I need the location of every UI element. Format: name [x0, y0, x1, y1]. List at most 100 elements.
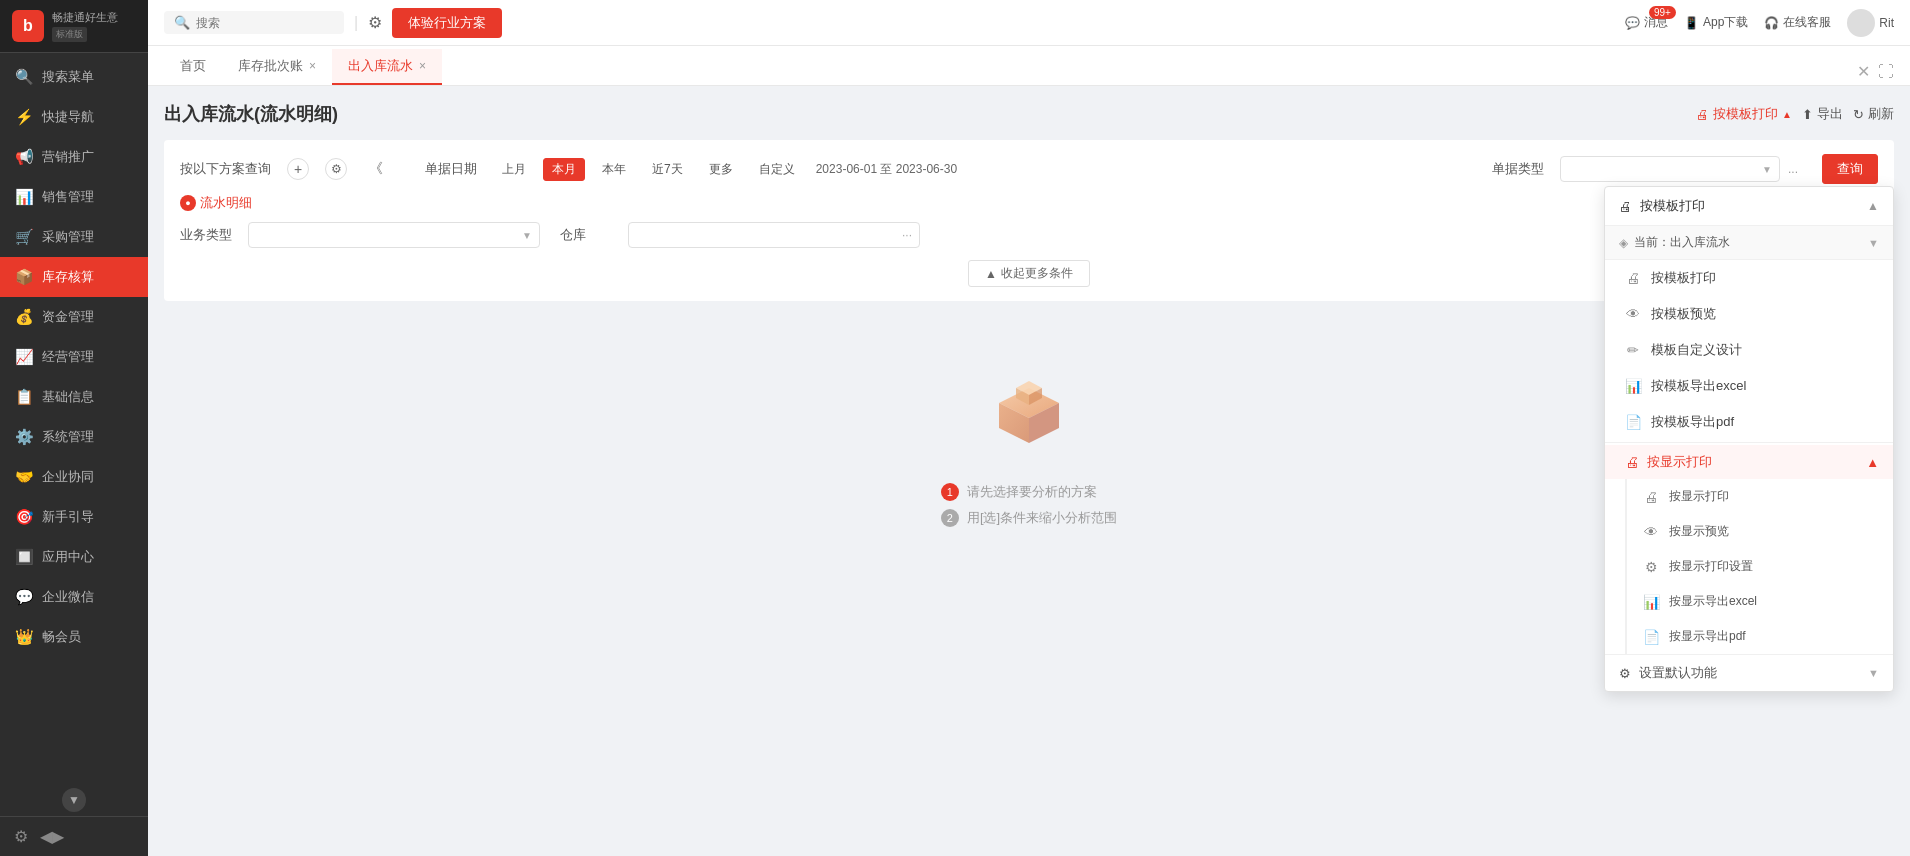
preview-icon: 👁: [1625, 306, 1641, 322]
warehouse-label: 仓库: [560, 226, 620, 244]
dropdown-item-display-export-excel[interactable]: 📊 按显示导出excel: [1627, 584, 1893, 619]
date-btn-last7[interactable]: 近7天: [643, 158, 692, 181]
online-service-label: 在线客服: [1783, 14, 1831, 31]
doc-type-more-button[interactable]: ...: [1788, 162, 1798, 176]
pdf-icon: 📄: [1625, 414, 1641, 430]
headset-icon: 🎧: [1764, 16, 1779, 30]
export-button[interactable]: ⬆ 导出: [1802, 105, 1843, 123]
online-service-btn[interactable]: 🎧 在线客服: [1764, 14, 1831, 31]
dropdown-footer[interactable]: ⚙ 设置默认功能 ▼: [1605, 654, 1893, 691]
current-indicator-icon: ◈: [1619, 236, 1628, 250]
search-input[interactable]: [196, 16, 316, 30]
sidebar-scroll-down[interactable]: ▼: [62, 788, 86, 812]
dropdown-item-label: 按显示导出pdf: [1669, 628, 1746, 645]
sidebar-item-inventory[interactable]: 📦 库存核算: [0, 257, 148, 297]
display-settings-icon: ⚙: [1643, 559, 1659, 575]
tab-home-label: 首页: [180, 57, 206, 75]
dropdown-item-label: 按显示打印设置: [1669, 558, 1753, 575]
tab-maximize-icon[interactable]: ⛶: [1878, 63, 1894, 81]
search-icon: 🔍: [174, 15, 190, 30]
sidebar-item-label: 新手引导: [42, 508, 94, 526]
biz-type-label: 业务类型: [180, 226, 240, 244]
dropdown-item-template-export-excel[interactable]: 📊 按模板导出excel: [1605, 368, 1893, 404]
sidebar-item-operations[interactable]: 📈 经营管理: [0, 337, 148, 377]
date-btn-prev-month[interactable]: 上月: [493, 158, 535, 181]
filter-add-button[interactable]: +: [287, 158, 309, 180]
dropdown-display-section-header[interactable]: 🖨 按显示打印 ▲: [1605, 445, 1893, 479]
basic-icon: 📋: [14, 387, 34, 407]
sidebar-item-wechat[interactable]: 💬 企业微信: [0, 577, 148, 617]
user-avatar[interactable]: Rit: [1847, 9, 1894, 37]
dropdown-item-template-print[interactable]: 🖨 按模板打印: [1605, 260, 1893, 296]
warehouse-input[interactable]: [628, 222, 920, 248]
topbar-divider: |: [354, 14, 358, 32]
sidebar-item-sales[interactable]: 📊 销售管理: [0, 177, 148, 217]
print-icon: 🖨: [1625, 270, 1641, 286]
purchase-icon: 🛒: [14, 227, 34, 247]
tab-batch-close[interactable]: ×: [309, 59, 316, 73]
sidebar: b 畅捷通好生意 标准版 🔍 搜索菜单 ⚡ 快捷导航 📢 营销推广 📊 销售管理…: [0, 0, 148, 856]
date-btn-more[interactable]: 更多: [700, 158, 742, 181]
gear-icon[interactable]: ⚙: [368, 13, 382, 32]
sidebar-item-finance[interactable]: 💰 资金管理: [0, 297, 148, 337]
date-btn-current-year[interactable]: 本年: [593, 158, 635, 181]
quicknav-icon: ⚡: [14, 107, 34, 127]
sidebar-item-label: 库存核算: [42, 268, 94, 286]
dropdown-footer-label: 设置默认功能: [1639, 664, 1717, 682]
dropdown-item-template-design[interactable]: ✏ 模板自定义设计: [1605, 332, 1893, 368]
filter-settings-button[interactable]: ⚙: [325, 158, 347, 180]
sidebar-item-basic[interactable]: 📋 基础信息: [0, 377, 148, 417]
date-btn-custom[interactable]: 自定义: [750, 158, 804, 181]
sidebar-item-vip[interactable]: 👑 畅会员: [0, 617, 148, 657]
sidebar-item-guide[interactable]: 🎯 新手引导: [0, 497, 148, 537]
industry-solution-button[interactable]: 体验行业方案: [392, 8, 502, 38]
footer-settings-icon[interactable]: ⚙: [14, 827, 28, 846]
sidebar-footer: ⚙ ◀▶: [0, 816, 148, 856]
tab-flowdetail-close[interactable]: ×: [419, 59, 426, 73]
dropdown-item-display-preview[interactable]: 👁 按显示预览: [1627, 514, 1893, 549]
dropdown-item-template-export-pdf[interactable]: 📄 按模板导出pdf: [1605, 404, 1893, 440]
sidebar-item-collab[interactable]: 🤝 企业协同: [0, 457, 148, 497]
dropdown-item-template-preview[interactable]: 👁 按模板预览: [1605, 296, 1893, 332]
dropdown-item-display-print[interactable]: 🖨 按显示打印: [1627, 479, 1893, 514]
refresh-button[interactable]: ↻ 刷新: [1853, 105, 1894, 123]
empty-icon: [984, 373, 1074, 463]
app-download-btn[interactable]: 📱 App下载: [1684, 14, 1748, 31]
vip-icon: 👑: [14, 627, 34, 647]
collapse-label: 收起更多条件: [1001, 265, 1073, 282]
operations-icon: 📈: [14, 347, 34, 367]
print-template-button[interactable]: 🖨 按模板打印 ▲: [1696, 105, 1792, 123]
biz-type-field: 业务类型 ▼: [180, 222, 540, 248]
tab-batch[interactable]: 库存批次账 ×: [222, 49, 332, 85]
sidebar-item-label: 搜索菜单: [42, 68, 94, 86]
refresh-icon: ↻: [1853, 107, 1864, 122]
filter-collapse-button[interactable]: 《: [363, 158, 389, 180]
display-pdf-icon: 📄: [1643, 629, 1659, 645]
date-btn-current-month[interactable]: 本月: [543, 158, 585, 181]
dropdown-collapse-icon[interactable]: ▲: [1867, 199, 1879, 213]
filter-row-1: 按以下方案查询 + ⚙ 《 单据日期 上月 本月 本年 近7天 更多 自: [180, 154, 1878, 184]
collapse-more-button[interactable]: ▲ 收起更多条件: [968, 260, 1090, 287]
biz-type-select[interactable]: [248, 222, 540, 248]
footer-collapse-icon[interactable]: ◀▶: [40, 827, 64, 846]
sidebar-item-purchase[interactable]: 🛒 采购管理: [0, 217, 148, 257]
sidebar-item-apps[interactable]: 🔲 应用中心: [0, 537, 148, 577]
display-section-label: 按显示打印: [1647, 453, 1712, 471]
tab-flowdetail[interactable]: 出入库流水 ×: [332, 49, 442, 85]
sidebar-item-label: 营销推广: [42, 148, 94, 166]
query-button[interactable]: 查询: [1822, 154, 1878, 184]
sidebar-item-label: 经营管理: [42, 348, 94, 366]
tab-bar: 首页 库存批次账 × 出入库流水 × ✕ ⛶: [148, 46, 1910, 86]
tab-close-all-icon[interactable]: ✕: [1857, 62, 1870, 81]
sidebar-item-system[interactable]: ⚙️ 系统管理: [0, 417, 148, 457]
app-logo: b 畅捷通好生意 标准版: [0, 0, 148, 53]
dropdown-item-display-export-pdf[interactable]: 📄 按显示导出pdf: [1627, 619, 1893, 654]
sidebar-item-marketing[interactable]: 📢 营销推广: [0, 137, 148, 177]
display-excel-icon: 📊: [1643, 594, 1659, 610]
sidebar-item-search[interactable]: 🔍 搜索菜单: [0, 57, 148, 97]
doc-type-select[interactable]: [1560, 156, 1780, 182]
sidebar-item-quicknav[interactable]: ⚡ 快捷导航: [0, 97, 148, 137]
dropdown-item-display-print-settings[interactable]: ⚙ 按显示打印设置: [1627, 549, 1893, 584]
tab-home[interactable]: 首页: [164, 49, 222, 85]
message-btn[interactable]: 💬 消息 99+: [1625, 14, 1668, 31]
